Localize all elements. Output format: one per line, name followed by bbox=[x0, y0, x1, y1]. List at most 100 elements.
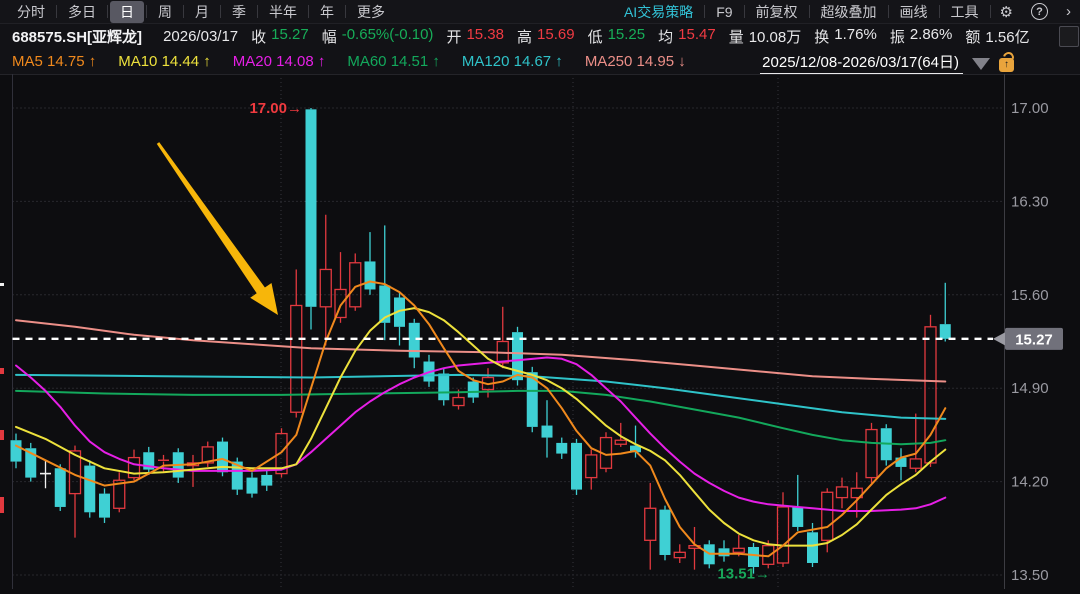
tab-more[interactable]: 更多 bbox=[346, 1, 396, 23]
candle bbox=[40, 460, 51, 488]
ma-items: MA5 14.75 ↑ MA10 14.44 ↑ MA20 14.08 ↑ MA60 … bbox=[12, 53, 686, 70]
y-axis-label: 16.30 bbox=[1011, 193, 1049, 210]
menu-f9[interactable]: F9 bbox=[705, 3, 743, 21]
candle bbox=[940, 283, 951, 342]
tab-monthly[interactable]: 月 bbox=[184, 1, 220, 23]
candlestick-chart[interactable]: 15.2717.0016.3015.6014.9014.2013.5017.00… bbox=[0, 74, 1080, 589]
candle bbox=[350, 253, 361, 310]
candle bbox=[881, 424, 892, 465]
candle bbox=[306, 108, 317, 329]
separator bbox=[107, 5, 108, 18]
candle bbox=[261, 471, 272, 491]
quote-field-振: 振2.86% bbox=[890, 26, 953, 47]
candle bbox=[247, 472, 258, 497]
clipped-candle-fragment bbox=[0, 430, 4, 440]
quote-value: -0.65%(-0.10) bbox=[342, 26, 434, 47]
quote-value: 2.86% bbox=[910, 26, 953, 47]
quote-field-低: 低15.25 bbox=[588, 26, 646, 47]
candle bbox=[645, 483, 656, 570]
tab-intraday[interactable]: 分时 bbox=[6, 1, 56, 23]
candle bbox=[84, 460, 95, 517]
tab-quarterly[interactable]: 季 bbox=[221, 1, 257, 23]
quote-field-幅: 幅-0.65%(-0.10) bbox=[322, 26, 434, 47]
candle bbox=[365, 232, 376, 295]
quote-value: 15.47 bbox=[678, 26, 716, 47]
quote-date: 2026/03/17 bbox=[163, 28, 238, 45]
candle bbox=[896, 448, 907, 480]
chevron-down-icon[interactable] bbox=[972, 58, 990, 70]
lock-open-icon[interactable]: ↑ bbox=[999, 58, 1014, 72]
chevron-right-icon[interactable]: › bbox=[1057, 3, 1080, 20]
low-price-annotation: 13.51→ bbox=[717, 566, 770, 583]
candle bbox=[866, 423, 877, 483]
y-axis-label: 13.50 bbox=[1011, 567, 1049, 584]
ma-label-ma120: MA120 14.67 ↑ bbox=[462, 53, 563, 70]
candle bbox=[114, 472, 125, 512]
candle bbox=[70, 446, 81, 538]
menu-tools[interactable]: 工具 bbox=[940, 1, 990, 23]
quote-value: 15.38 bbox=[466, 26, 504, 47]
candle bbox=[571, 439, 582, 495]
toolbar-left: 分时多日日周月季半年年更多 bbox=[6, 1, 396, 23]
candle bbox=[689, 527, 700, 570]
annotation-arrow bbox=[157, 142, 278, 315]
clipped-candle-fragment bbox=[0, 497, 4, 513]
quote-field-量: 量10.08万 bbox=[729, 26, 802, 47]
candle bbox=[335, 252, 346, 323]
menu-forward-adjust[interactable]: 前复权 bbox=[745, 1, 809, 23]
tab-daily[interactable]: 日 bbox=[110, 1, 144, 23]
ma-label-ma10: MA10 14.44 ↑ bbox=[118, 53, 211, 70]
candle bbox=[497, 307, 508, 368]
candle bbox=[837, 478, 848, 509]
quote-value: 1.76% bbox=[834, 26, 877, 47]
quote-value: 10.08万 bbox=[749, 26, 802, 47]
candle bbox=[320, 215, 331, 346]
quote-fields: 收15.27 幅-0.65%(-0.10) 开15.38 高15.69 低15.25 均1… bbox=[251, 26, 1029, 47]
ma-label-ma250: MA250 14.95 ↓ bbox=[585, 53, 686, 70]
menu-super-overlay[interactable]: 超级叠加 bbox=[810, 1, 888, 23]
clipped-candle-fragment bbox=[0, 283, 4, 286]
candle bbox=[660, 506, 671, 561]
clipped-candle-fragment bbox=[0, 368, 4, 374]
gear-icon[interactable]: ⚙ bbox=[991, 3, 1022, 21]
menu-draw-line[interactable]: 画线 bbox=[889, 1, 939, 23]
candle bbox=[99, 488, 110, 523]
y-axis-label: 14.20 bbox=[1011, 474, 1049, 491]
candle bbox=[438, 368, 449, 405]
quote-value: 15.69 bbox=[537, 26, 575, 47]
y-axis-label: 15.60 bbox=[1011, 287, 1049, 304]
menu-ai-strategy[interactable]: AI交易策略 bbox=[613, 1, 704, 23]
period-toolbar: 分时多日日周月季半年年更多 AI交易策略F9前复权超级叠加画线工具⚙?› bbox=[0, 0, 1080, 24]
tab-half-year[interactable]: 半年 bbox=[258, 1, 308, 23]
date-range-label[interactable]: 2025/12/08-2026/03/17(64日) bbox=[760, 51, 963, 75]
quote-field-额: 额1.56亿 bbox=[965, 26, 1029, 47]
tab-multi-day[interactable]: 多日 bbox=[57, 1, 107, 23]
ma-label-ma20: MA20 14.08 ↑ bbox=[233, 53, 326, 70]
quote-value: 1.56亿 bbox=[985, 26, 1029, 47]
quote-field-开: 开15.38 bbox=[446, 26, 504, 47]
quote-field-换: 换1.76% bbox=[814, 26, 877, 47]
candle bbox=[719, 540, 730, 561]
candle bbox=[778, 492, 789, 567]
ma-label-ma60: MA60 14.51 ↑ bbox=[347, 53, 440, 70]
stock-symbol: 688575.SH[亚辉龙] bbox=[12, 26, 142, 47]
ma-label-ma5: MA5 14.75 ↑ bbox=[12, 53, 96, 70]
corner-widget[interactable] bbox=[1059, 26, 1079, 47]
quote-field-均: 均15.47 bbox=[658, 26, 716, 47]
toolbar-right: AI交易策略F9前复权超级叠加画线工具⚙?› bbox=[613, 1, 1080, 23]
candle bbox=[674, 544, 685, 563]
y-axis-label: 14.90 bbox=[1011, 380, 1049, 397]
date-range-control[interactable]: 2025/12/08-2026/03/17(64日) ↑ bbox=[760, 51, 1014, 75]
price-tag-value: 15.27 bbox=[1015, 331, 1053, 348]
ma-line-ma10 bbox=[16, 308, 945, 545]
quote-value: 15.27 bbox=[271, 26, 309, 47]
tab-weekly[interactable]: 周 bbox=[147, 1, 183, 23]
tab-yearly[interactable]: 年 bbox=[309, 1, 345, 23]
quote-field-高: 高15.69 bbox=[517, 26, 575, 47]
candle bbox=[556, 438, 567, 459]
quote-field-收: 收15.27 bbox=[251, 26, 309, 47]
candle bbox=[158, 455, 169, 472]
quote-bar: 688575.SH[亚辉龙] 2026/03/17 收15.27 幅-0.65%(… bbox=[0, 24, 1080, 48]
candle bbox=[542, 400, 553, 457]
help-icon[interactable]: ? bbox=[1022, 3, 1057, 20]
